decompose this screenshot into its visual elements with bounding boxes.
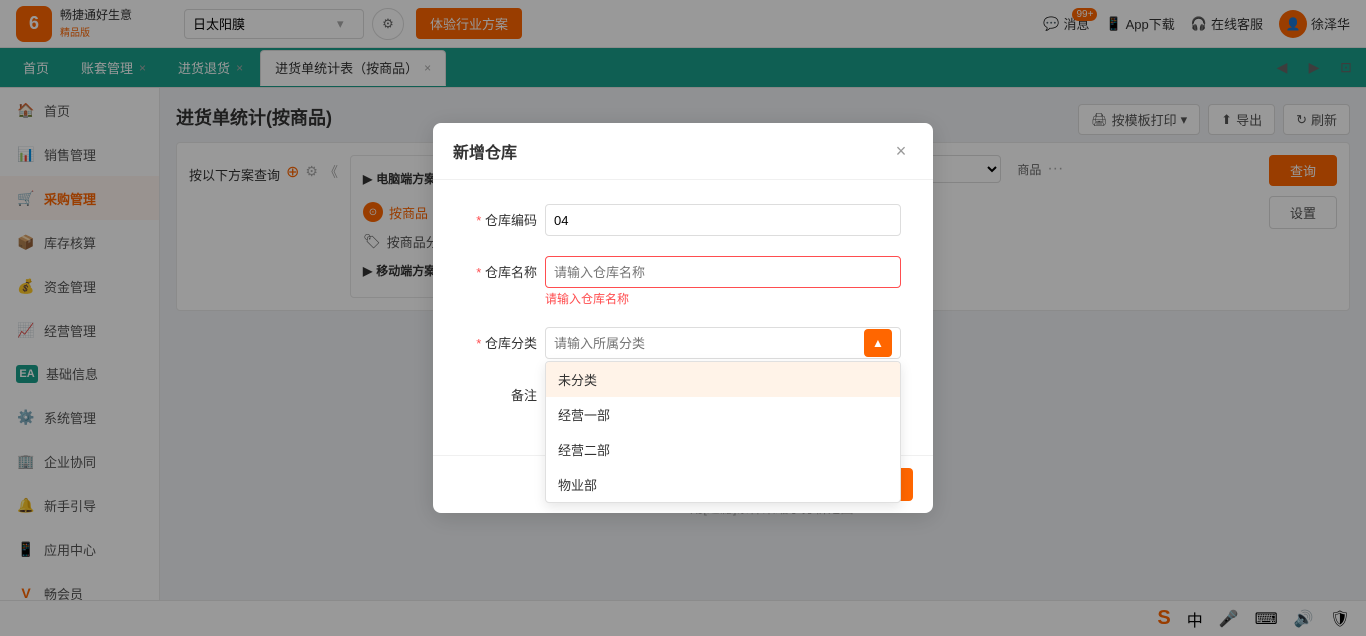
code-input[interactable] [545,204,901,236]
code-form-row: * 仓库编码 [465,204,901,236]
category-input[interactable] [554,336,864,351]
code-required-star: * [476,213,481,228]
category-required-star: * [476,336,481,351]
modal-overlay: 新增仓库 × * 仓库编码 * 仓库名称 [0,0,1366,636]
category-label-text: 仓库分类 [485,336,537,351]
name-label-text: 仓库名称 [485,265,537,280]
name-input[interactable] [545,256,901,288]
name-label: * 仓库名称 [465,256,545,281]
category-field: ▲ 未分类 经营一部 经营二部 物业部 [545,327,901,359]
modal-close-button[interactable]: × [889,139,913,163]
code-label-text: 仓库编码 [485,213,537,228]
category-arrow-button[interactable]: ▲ [864,329,892,357]
name-error-msg: 请输入仓库名称 [545,290,901,307]
category-form-row: * 仓库分类 ▲ 未分类 经营一部 经营二部 物业部 [465,327,901,359]
name-field: 请输入仓库名称 [545,256,901,307]
dropdown-item-2[interactable]: 经营二部 [546,432,900,467]
modal-new-warehouse: 新增仓库 × * 仓库编码 * 仓库名称 [433,123,933,513]
dropdown-item-1[interactable]: 经营一部 [546,397,900,432]
code-field [545,204,901,236]
modal-header: 新增仓库 × [433,123,933,180]
dropdown-item-3[interactable]: 物业部 [546,467,900,502]
modal-body: * 仓库编码 * 仓库名称 请输入仓库名称 [433,180,933,455]
name-form-row: * 仓库名称 请输入仓库名称 [465,256,901,307]
category-dropdown[interactable]: ▲ [545,327,901,359]
category-dropdown-list: 未分类 经营一部 经营二部 物业部 [545,361,901,503]
modal-title: 新增仓库 [453,139,517,163]
name-required-star: * [476,265,481,280]
dropdown-item-0[interactable]: 未分类 [546,362,900,397]
category-label: * 仓库分类 [465,327,545,352]
remark-label: 备注 [465,379,545,404]
code-label: * 仓库编码 [465,204,545,229]
